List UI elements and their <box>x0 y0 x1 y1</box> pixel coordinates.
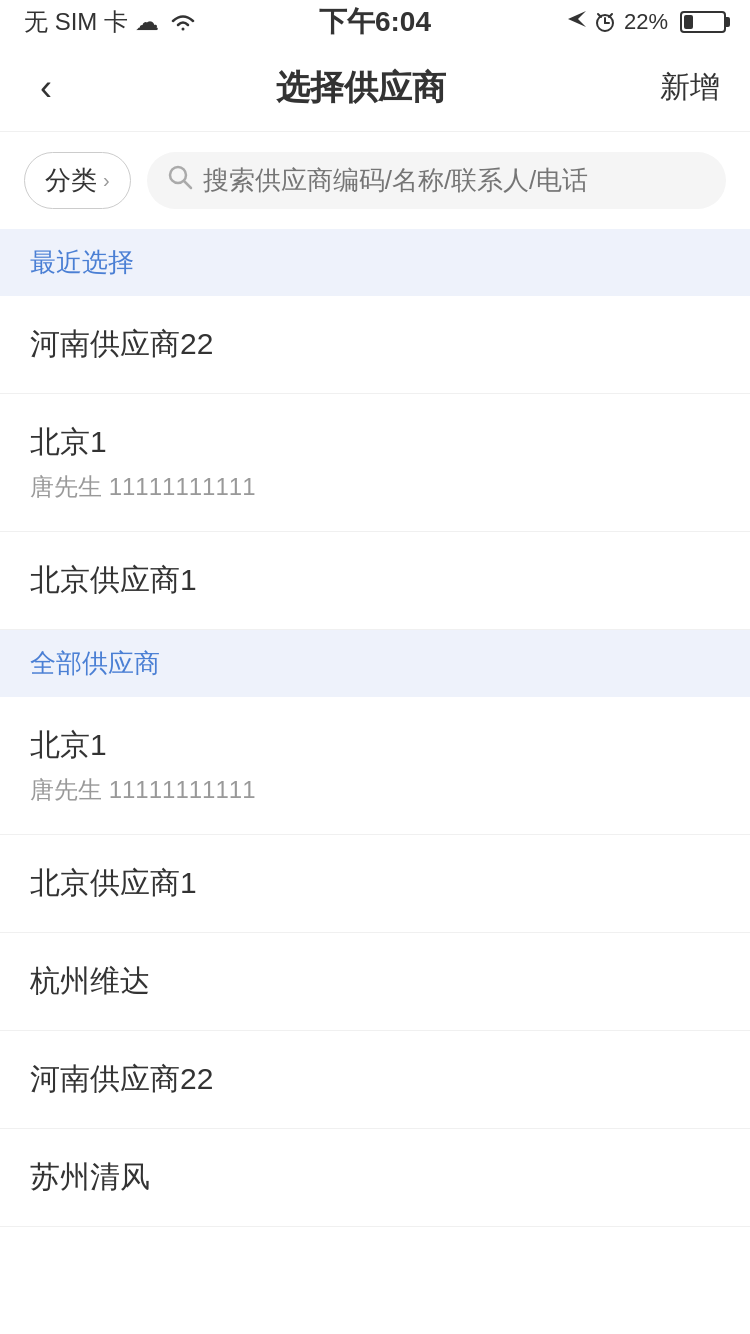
filter-bar: 分类 › <box>0 132 750 229</box>
supplier-name: 河南供应商22 <box>30 324 720 365</box>
list-item[interactable]: 河南供应商22 <box>0 296 750 394</box>
chevron-right-icon: › <box>103 169 110 192</box>
list-item[interactable]: 河南供应商22 <box>0 1031 750 1129</box>
list-item[interactable]: 北京供应商1 <box>0 835 750 933</box>
recent-section-header: 最近选择 <box>0 229 750 296</box>
status-right: 22% <box>568 9 726 35</box>
new-action-button[interactable]: 新增 <box>660 67 720 108</box>
search-box <box>147 152 726 209</box>
svg-marker-0 <box>568 11 586 27</box>
alarm-icon <box>594 11 616 33</box>
category-label: 分类 <box>45 163 97 198</box>
supplier-name: 北京供应商1 <box>30 560 720 601</box>
status-time: 下午6:04 <box>319 3 431 41</box>
svg-line-4 <box>598 14 601 17</box>
all-supplier-list: 北京1 唐先生 11111111111 北京供应商1 杭州维达河南供应商22 苏州清风 <box>0 697 750 1227</box>
status-bar: 无 SIM 卡 ☁ 下午6:04 22% <box>0 0 750 44</box>
list-item[interactable]: 北京1 唐先生 11111111111 <box>0 394 750 532</box>
location-icon <box>568 11 586 33</box>
category-button[interactable]: 分类 › <box>24 152 131 209</box>
svg-line-5 <box>609 14 612 17</box>
wifi-icon <box>169 11 197 33</box>
supplier-name: 北京1 <box>30 422 720 463</box>
svg-line-7 <box>184 181 191 188</box>
search-input[interactable] <box>203 165 706 196</box>
supplier-name: 河南供应商22 <box>30 1059 720 1100</box>
status-left: 无 SIM 卡 ☁ <box>24 6 197 38</box>
supplier-name: 北京供应商1 <box>30 863 720 904</box>
list-item[interactable]: 北京1 唐先生 11111111111 <box>0 697 750 835</box>
battery-icon <box>680 11 726 33</box>
supplier-name: 苏州清风 <box>30 1157 720 1198</box>
nav-bar: ‹ 选择供应商 新增 <box>0 44 750 132</box>
battery-percent: 22% <box>624 9 668 35</box>
recent-supplier-list: 河南供应商22 北京1 唐先生 11111111111 北京供应商1 <box>0 296 750 630</box>
supplier-contact: 唐先生 11111111111 <box>30 774 720 806</box>
page-title: 选择供应商 <box>276 65 446 111</box>
sim-label: 无 SIM 卡 ☁ <box>24 6 159 38</box>
supplier-name: 北京1 <box>30 725 720 766</box>
all-section-header: 全部供应商 <box>0 630 750 697</box>
back-button[interactable]: ‹ <box>30 57 62 119</box>
list-item[interactable]: 北京供应商1 <box>0 532 750 630</box>
supplier-contact: 唐先生 11111111111 <box>30 471 720 503</box>
search-icon <box>167 164 193 197</box>
list-item[interactable]: 杭州维达 <box>0 933 750 1031</box>
list-item[interactable]: 苏州清风 <box>0 1129 750 1227</box>
supplier-name: 杭州维达 <box>30 961 720 1002</box>
